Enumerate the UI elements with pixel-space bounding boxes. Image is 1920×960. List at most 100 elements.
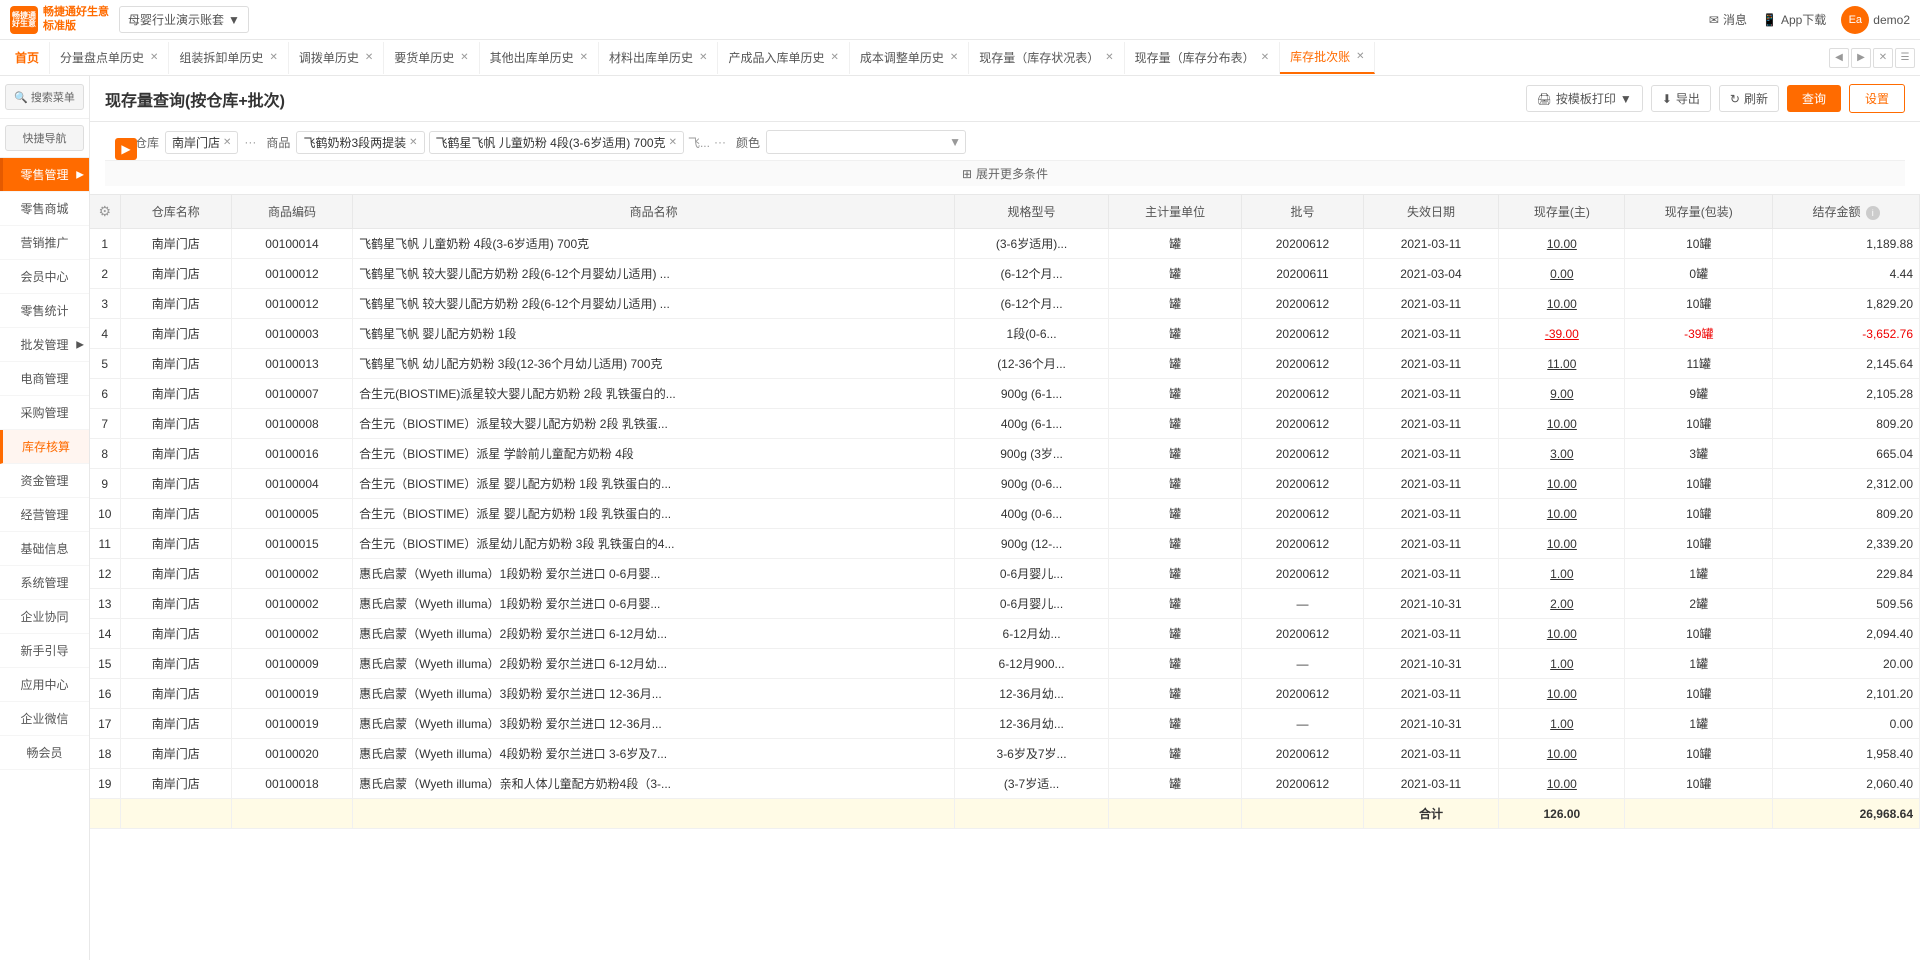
tab-qitachu[interactable]: 其他出库单历史 ✕ — [480, 42, 599, 74]
close-icon[interactable]: ✕ — [460, 52, 468, 63]
sidebar-item-inventory[interactable]: 库存核算 — [0, 430, 89, 464]
close-icon[interactable]: ✕ — [830, 52, 838, 63]
sidebar-item-finance[interactable]: 资金管理 — [0, 464, 89, 498]
product-tag-1-close[interactable]: ✕ — [409, 137, 417, 148]
tab-xiancun1[interactable]: 现存量（库存状况表） ✕ — [969, 42, 1124, 74]
tab-cailiaochu[interactable]: 材料出库单历史 ✕ — [599, 42, 718, 74]
cell-warehouse: 南岸门店 — [120, 409, 231, 439]
cell-qty-main[interactable]: 0.00 — [1499, 259, 1625, 289]
cell-qty-main[interactable]: 1.00 — [1499, 709, 1625, 739]
tag-close-icon[interactable]: ✕ — [223, 137, 231, 148]
color-dropdown-arrow[interactable]: ▼ — [949, 135, 961, 149]
cell-qty-main[interactable]: 10.00 — [1499, 769, 1625, 799]
tab-chengbentj[interactable]: 成本调整单历史 ✕ — [850, 42, 969, 74]
cell-spec: 900g (0-6... — [955, 469, 1109, 499]
cell-qty-main[interactable]: 3.00 — [1499, 439, 1625, 469]
close-icon[interactable]: ✕ — [699, 52, 707, 63]
sidebar-item-basic[interactable]: 基础信息 — [0, 532, 89, 566]
cell-code: 00100009 — [231, 649, 352, 679]
cell-qty-pack: 10罐 — [1625, 619, 1773, 649]
cell-qty-pack: 1罐 — [1625, 649, 1773, 679]
quick-nav-btn[interactable]: 快捷导航 — [5, 125, 84, 151]
tab-kucunpz[interactable]: 库存批次账 ✕ — [1280, 42, 1375, 74]
table-body: 1 南岸门店 00100014 飞鹤星飞帆 儿童奶粉 4段(3-6岁适用) 70… — [90, 229, 1920, 829]
tab-zuzhuang[interactable]: 组装拆卸单历史 ✕ — [169, 42, 288, 74]
cell-qty-main[interactable]: 10.00 — [1499, 739, 1625, 769]
store-selector[interactable]: 母婴行业演示账套 ▼ — [119, 6, 249, 33]
cell-qty-main[interactable]: 10.00 — [1499, 229, 1625, 259]
nav-menu-btn[interactable]: ☰ — [1895, 48, 1915, 68]
close-icon[interactable]: ✕ — [1105, 52, 1113, 63]
close-icon[interactable]: ✕ — [1356, 51, 1364, 62]
close-icon[interactable]: ✕ — [365, 52, 373, 63]
summary-empty7 — [1242, 799, 1363, 829]
sidebar-item-member[interactable]: 会员中心 — [0, 260, 89, 294]
query-btn[interactable]: 查询 — [1787, 85, 1841, 112]
app-download-btn[interactable]: 📱 App下载 — [1762, 11, 1826, 28]
expand-toggle[interactable]: ▶ — [115, 138, 137, 160]
nav-close-btn[interactable]: ✕ — [1873, 48, 1893, 68]
sidebar-item-purchase[interactable]: 采购管理 — [0, 396, 89, 430]
cell-qty-main[interactable]: 10.00 — [1499, 289, 1625, 319]
message-btn[interactable]: ✉ 消息 — [1709, 11, 1747, 28]
cell-qty-main[interactable]: 10.00 — [1499, 529, 1625, 559]
refresh-btn[interactable]: ↻ 刷新 — [1719, 85, 1779, 112]
expand-more-btn[interactable]: ⊞ 展开更多条件 — [105, 160, 1905, 186]
close-icon[interactable]: ✕ — [950, 52, 958, 63]
nav-right-arrow[interactable]: ▶ — [1851, 48, 1871, 68]
cell-qty-main[interactable]: 2.00 — [1499, 589, 1625, 619]
settings-btn[interactable]: 设置 — [1849, 84, 1905, 113]
close-icon[interactable]: ✕ — [1261, 52, 1269, 63]
tab-fenpan[interactable]: 分量盘点单历史 ✕ — [50, 42, 169, 74]
export-btn[interactable]: ⬇ 导出 — [1651, 85, 1711, 112]
close-icon[interactable]: ✕ — [580, 52, 588, 63]
sidebar-item-retail-mgmt[interactable]: 零售管理 ▶ — [0, 158, 89, 192]
cell-qty-main[interactable]: -39.00 — [1499, 319, 1625, 349]
col-name: 商品名称 — [353, 195, 955, 229]
sidebar-item-operations[interactable]: 经营管理 — [0, 498, 89, 532]
user-area[interactable]: Ea demo2 — [1841, 6, 1910, 34]
cell-qty-main[interactable]: 1.00 — [1499, 559, 1625, 589]
info-icon[interactable]: i — [1866, 206, 1880, 220]
tab-chengpin[interactable]: 产成品入库单历史 ✕ — [718, 42, 849, 74]
sidebar-item-collab[interactable]: 企业协同 — [0, 600, 89, 634]
sidebar-item-member2[interactable]: 畅会员 — [0, 736, 89, 770]
cell-qty-main[interactable]: 1.00 — [1499, 649, 1625, 679]
cell-expire: 2021-03-11 — [1363, 409, 1499, 439]
sidebar-item-guide[interactable]: 新手引导 — [0, 634, 89, 668]
filter-more-dots[interactable]: ··· — [244, 135, 256, 149]
tab-diaob[interactable]: 调拨单历史 ✕ — [289, 42, 384, 74]
cell-name: 合生元（BIOSTIME）派星 婴儿配方奶粉 1段 乳铁蛋白的... — [353, 499, 955, 529]
tab-xiancun2[interactable]: 现存量（库存分布表） ✕ — [1125, 42, 1280, 74]
cell-qty-main[interactable]: 10.00 — [1499, 409, 1625, 439]
product-tag-2-close[interactable]: ✕ — [669, 137, 677, 148]
cell-no: 2 — [90, 259, 120, 289]
cell-qty-main[interactable]: 10.00 — [1499, 679, 1625, 709]
sidebar-item-wholesale[interactable]: 批发管理 ▶ — [0, 328, 89, 362]
close-icon[interactable]: ✕ — [150, 52, 158, 63]
product-more-dots[interactable]: ··· — [714, 135, 726, 149]
cell-expire: 2021-03-11 — [1363, 439, 1499, 469]
print-btn[interactable]: 🖨 按模板打印 ▼ — [1526, 85, 1643, 112]
tab-home[interactable]: 首页 — [5, 42, 50, 74]
sidebar-item-system[interactable]: 系统管理 — [0, 566, 89, 600]
nav-left-arrow[interactable]: ◀ — [1829, 48, 1849, 68]
cell-no: 10 — [90, 499, 120, 529]
gear-icon[interactable]: ⚙ — [98, 203, 111, 219]
cell-qty-main[interactable]: 11.00 — [1499, 349, 1625, 379]
sidebar-item-ecommerce-label: 电商管理 — [20, 372, 68, 386]
sidebar-item-retail-mall[interactable]: 零售商城 — [0, 192, 89, 226]
sidebar-item-wechat[interactable]: 企业微信 — [0, 702, 89, 736]
tab-yaohuo[interactable]: 要货单历史 ✕ — [384, 42, 479, 74]
sidebar-item-marketing[interactable]: 营销推广 — [0, 226, 89, 260]
cell-qty-main[interactable]: 10.00 — [1499, 499, 1625, 529]
cell-qty-main[interactable]: 9.00 — [1499, 379, 1625, 409]
search-menu-btn[interactable]: 🔍 搜索菜单 — [5, 84, 84, 110]
sidebar-item-appcenter[interactable]: 应用中心 — [0, 668, 89, 702]
close-icon[interactable]: ✕ — [269, 52, 277, 63]
sidebar-item-ecommerce[interactable]: 电商管理 — [0, 362, 89, 396]
cell-qty-main[interactable]: 10.00 — [1499, 469, 1625, 499]
cell-qty-main[interactable]: 10.00 — [1499, 619, 1625, 649]
cell-amount: 665.04 — [1773, 439, 1920, 469]
sidebar-item-retail-stats[interactable]: 零售统计 — [0, 294, 89, 328]
